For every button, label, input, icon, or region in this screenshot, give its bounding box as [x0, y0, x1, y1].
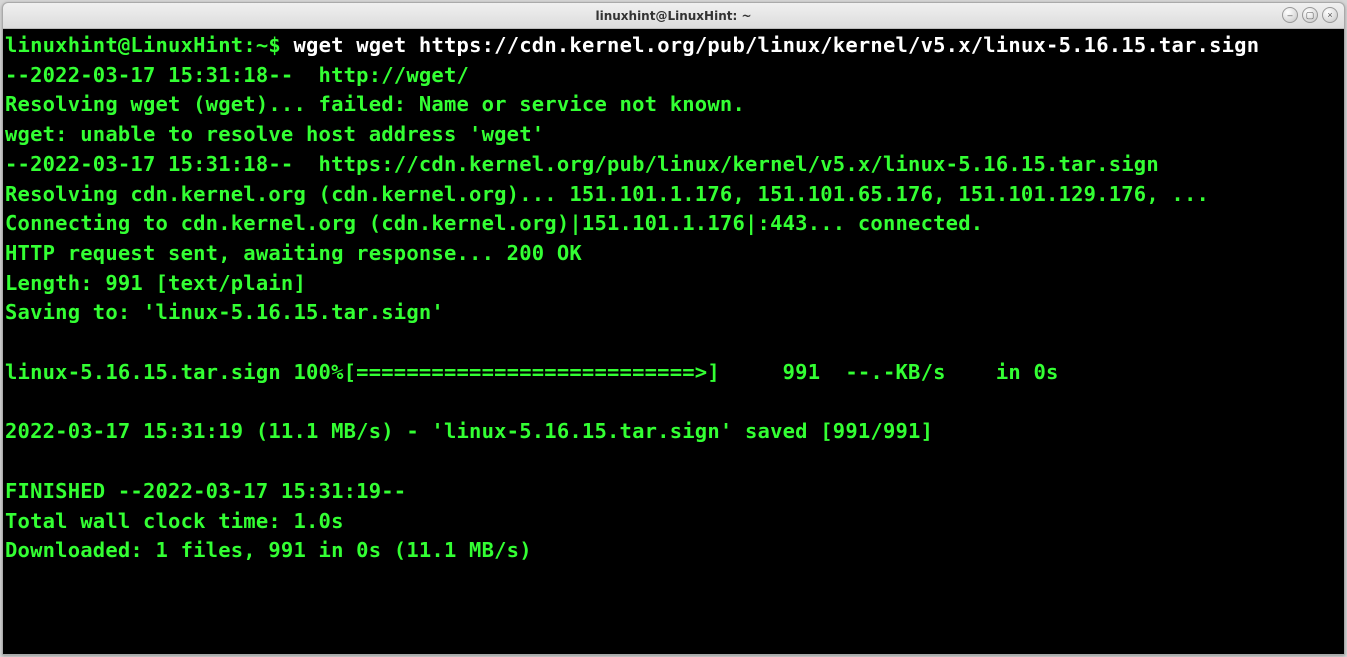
window-controls: – ▢ ×	[1282, 7, 1338, 23]
prompt-path: ~	[256, 33, 269, 57]
close-button[interactable]: ×	[1322, 7, 1338, 23]
output-line: 2022-03-17 15:31:19 (11.1 MB/s) - 'linux…	[5, 419, 933, 443]
output-line: Length: 991 [text/plain]	[5, 271, 306, 295]
titlebar[interactable]: linuxhint@LinuxHint: ~ – ▢ ×	[3, 3, 1344, 29]
window-title: linuxhint@LinuxHint: ~	[3, 9, 1344, 23]
output-line: --2022-03-17 15:31:18-- https://cdn.kern…	[5, 152, 1159, 176]
terminal-window: linuxhint@LinuxHint: ~ – ▢ × linuxhint@L…	[2, 2, 1345, 655]
output-line: --2022-03-17 15:31:18-- http://wget/	[5, 63, 469, 87]
output-line: Connecting to cdn.kernel.org (cdn.kernel…	[5, 211, 983, 235]
output-line: HTTP request sent, awaiting response... …	[5, 241, 582, 265]
output-line: Resolving wget (wget)... failed: Name or…	[5, 92, 745, 116]
prompt-symbol: $	[268, 33, 281, 57]
prompt-user-host: linuxhint@LinuxHint	[5, 33, 243, 57]
output-line: Resolving cdn.kernel.org (cdn.kernel.org…	[5, 182, 1209, 206]
output-line: Downloaded: 1 files, 991 in 0s (11.1 MB/…	[5, 538, 532, 562]
maximize-icon: ▢	[1306, 11, 1315, 20]
minimize-icon: –	[1287, 11, 1292, 20]
terminal-body[interactable]: linuxhint@LinuxHint:~$ wget wget https:/…	[3, 29, 1344, 654]
output-line: linux-5.16.15.tar.sign 100%[============…	[5, 360, 1059, 384]
command-text: wget wget https://cdn.kernel.org/pub/lin…	[294, 33, 1260, 57]
output-line: Saving to: 'linux-5.16.15.tar.sign'	[5, 300, 444, 324]
prompt-sep: :	[243, 33, 256, 57]
minimize-button[interactable]: –	[1282, 7, 1298, 23]
output-line: wget: unable to resolve host address 'wg…	[5, 122, 544, 146]
output-line: FINISHED --2022-03-17 15:31:19--	[5, 479, 406, 503]
maximize-button[interactable]: ▢	[1302, 7, 1318, 23]
output-line: Total wall clock time: 1.0s	[5, 509, 344, 533]
close-icon: ×	[1327, 11, 1332, 20]
